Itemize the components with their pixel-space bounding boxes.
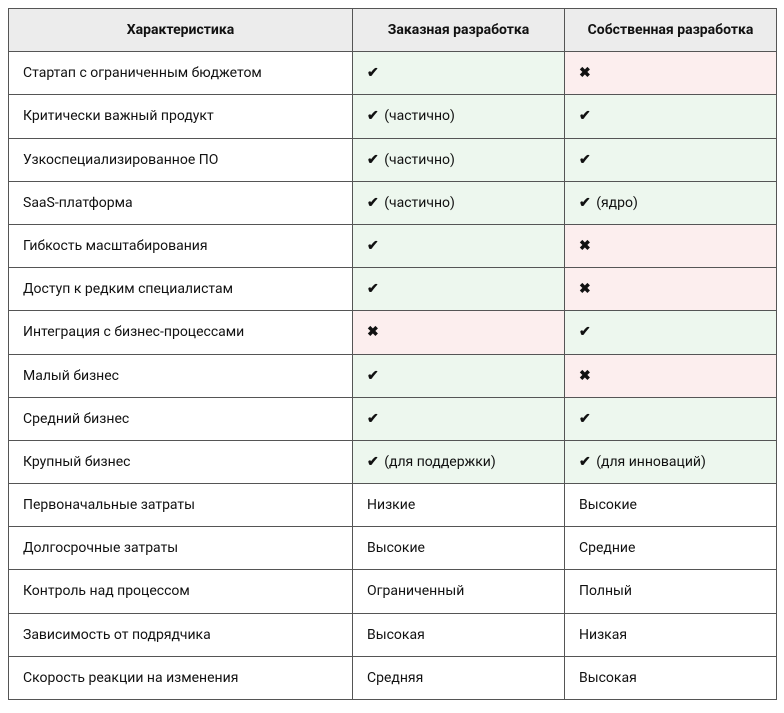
inhouse-cell: (ядро) bbox=[565, 181, 777, 224]
table-row: Крупный бизнес (для поддержки) (для инно… bbox=[9, 440, 777, 483]
header-characteristic: Характеристика bbox=[9, 9, 353, 52]
inhouse-cell bbox=[565, 52, 777, 95]
inhouse-cell: Высокая bbox=[565, 656, 777, 699]
inhouse-cell: (для инноваций) bbox=[565, 440, 777, 483]
inhouse-cell: Высокие bbox=[565, 484, 777, 527]
characteristic-cell: SaaS-платформа bbox=[9, 181, 353, 224]
table-row: Критически важный продукт (частично) bbox=[9, 95, 777, 138]
characteristic-cell: Крупный бизнес bbox=[9, 440, 353, 483]
custom-text: (для поддержки) bbox=[381, 454, 496, 470]
header-custom: Заказная разработка bbox=[353, 9, 565, 52]
custom-cell: (частично) bbox=[353, 138, 565, 181]
table-row: Доступ к редким специалистам bbox=[9, 268, 777, 311]
check-icon bbox=[579, 454, 593, 470]
table-row: SaaS-платформа (частично) (ядро) bbox=[9, 181, 777, 224]
check-icon bbox=[579, 411, 593, 427]
inhouse-text: (ядро) bbox=[593, 195, 638, 211]
custom-cell bbox=[353, 52, 565, 95]
characteristic-cell: Долгосрочные затраты bbox=[9, 527, 353, 570]
inhouse-cell: Средние bbox=[565, 527, 777, 570]
custom-text: (частично) bbox=[381, 108, 455, 124]
characteristic-cell: Первоначальные затраты bbox=[9, 484, 353, 527]
check-icon bbox=[367, 411, 381, 427]
custom-cell bbox=[353, 311, 565, 354]
characteristic-cell: Контроль над процессом bbox=[9, 570, 353, 613]
inhouse-cell: Полный bbox=[565, 570, 777, 613]
inhouse-cell bbox=[565, 268, 777, 311]
table-row: Первоначальные затратыНизкиеВысокие bbox=[9, 484, 777, 527]
inhouse-cell bbox=[565, 224, 777, 267]
cross-icon bbox=[367, 324, 381, 340]
inhouse-cell bbox=[565, 397, 777, 440]
characteristic-cell: Критически важный продукт bbox=[9, 95, 353, 138]
table-row: Зависимость от подрядчикаВысокаяНизкая bbox=[9, 613, 777, 656]
inhouse-text: (для инноваций) bbox=[593, 454, 706, 470]
characteristic-cell: Интеграция с бизнес-процессами bbox=[9, 311, 353, 354]
table-row: Скорость реакции на измененияСредняяВысо… bbox=[9, 656, 777, 699]
header-inhouse: Собственная разработка bbox=[565, 9, 777, 52]
custom-cell: (частично) bbox=[353, 95, 565, 138]
cross-icon bbox=[579, 238, 593, 254]
characteristic-cell: Скорость реакции на изменения bbox=[9, 656, 353, 699]
characteristic-cell: Малый бизнес bbox=[9, 354, 353, 397]
cross-icon bbox=[579, 368, 593, 384]
check-icon bbox=[579, 152, 593, 168]
check-icon bbox=[367, 281, 381, 297]
table-header-row: Характеристика Заказная разработка Собст… bbox=[9, 9, 777, 52]
characteristic-cell: Доступ к редким специалистам bbox=[9, 268, 353, 311]
characteristic-cell: Гибкость масштабирования bbox=[9, 224, 353, 267]
check-icon bbox=[367, 152, 381, 168]
table-row: Малый бизнес bbox=[9, 354, 777, 397]
characteristic-cell: Стартап с ограниченным бюджетом bbox=[9, 52, 353, 95]
comparison-table: Характеристика Заказная разработка Собст… bbox=[8, 8, 777, 700]
characteristic-cell: Узкоспециализированное ПО bbox=[9, 138, 353, 181]
custom-cell: (для поддержки) bbox=[353, 440, 565, 483]
characteristic-cell: Зависимость от подрядчика bbox=[9, 613, 353, 656]
check-icon bbox=[367, 195, 381, 211]
custom-cell: Ограниченный bbox=[353, 570, 565, 613]
check-icon bbox=[579, 195, 593, 211]
check-icon bbox=[367, 368, 381, 384]
cross-icon bbox=[579, 65, 593, 81]
inhouse-cell bbox=[565, 354, 777, 397]
table-row: Узкоспециализированное ПО (частично) bbox=[9, 138, 777, 181]
table-row: Контроль над процессомОграниченныйПолный bbox=[9, 570, 777, 613]
check-icon bbox=[367, 108, 381, 124]
table-body: Стартап с ограниченным бюджетомКритическ… bbox=[9, 52, 777, 700]
custom-cell: Низкие bbox=[353, 484, 565, 527]
check-icon bbox=[579, 108, 593, 124]
custom-cell: Средняя bbox=[353, 656, 565, 699]
custom-text: (частично) bbox=[381, 152, 455, 168]
table-row: Долгосрочные затратыВысокиеСредние bbox=[9, 527, 777, 570]
characteristic-cell: Средний бизнес bbox=[9, 397, 353, 440]
check-icon bbox=[367, 454, 381, 470]
check-icon bbox=[579, 324, 593, 340]
custom-cell bbox=[353, 268, 565, 311]
table-row: Стартап с ограниченным бюджетом bbox=[9, 52, 777, 95]
custom-cell: (частично) bbox=[353, 181, 565, 224]
inhouse-cell bbox=[565, 138, 777, 181]
inhouse-cell bbox=[565, 311, 777, 354]
inhouse-cell: Низкая bbox=[565, 613, 777, 656]
custom-cell: Высокие bbox=[353, 527, 565, 570]
custom-cell: Высокая bbox=[353, 613, 565, 656]
cross-icon bbox=[579, 281, 593, 297]
custom-cell bbox=[353, 397, 565, 440]
check-icon bbox=[367, 65, 381, 81]
check-icon bbox=[367, 238, 381, 254]
table-row: Гибкость масштабирования bbox=[9, 224, 777, 267]
table-row: Интеграция с бизнес-процессами bbox=[9, 311, 777, 354]
table-row: Средний бизнес bbox=[9, 397, 777, 440]
custom-cell bbox=[353, 354, 565, 397]
inhouse-cell bbox=[565, 95, 777, 138]
custom-text: (частично) bbox=[381, 195, 455, 211]
custom-cell bbox=[353, 224, 565, 267]
